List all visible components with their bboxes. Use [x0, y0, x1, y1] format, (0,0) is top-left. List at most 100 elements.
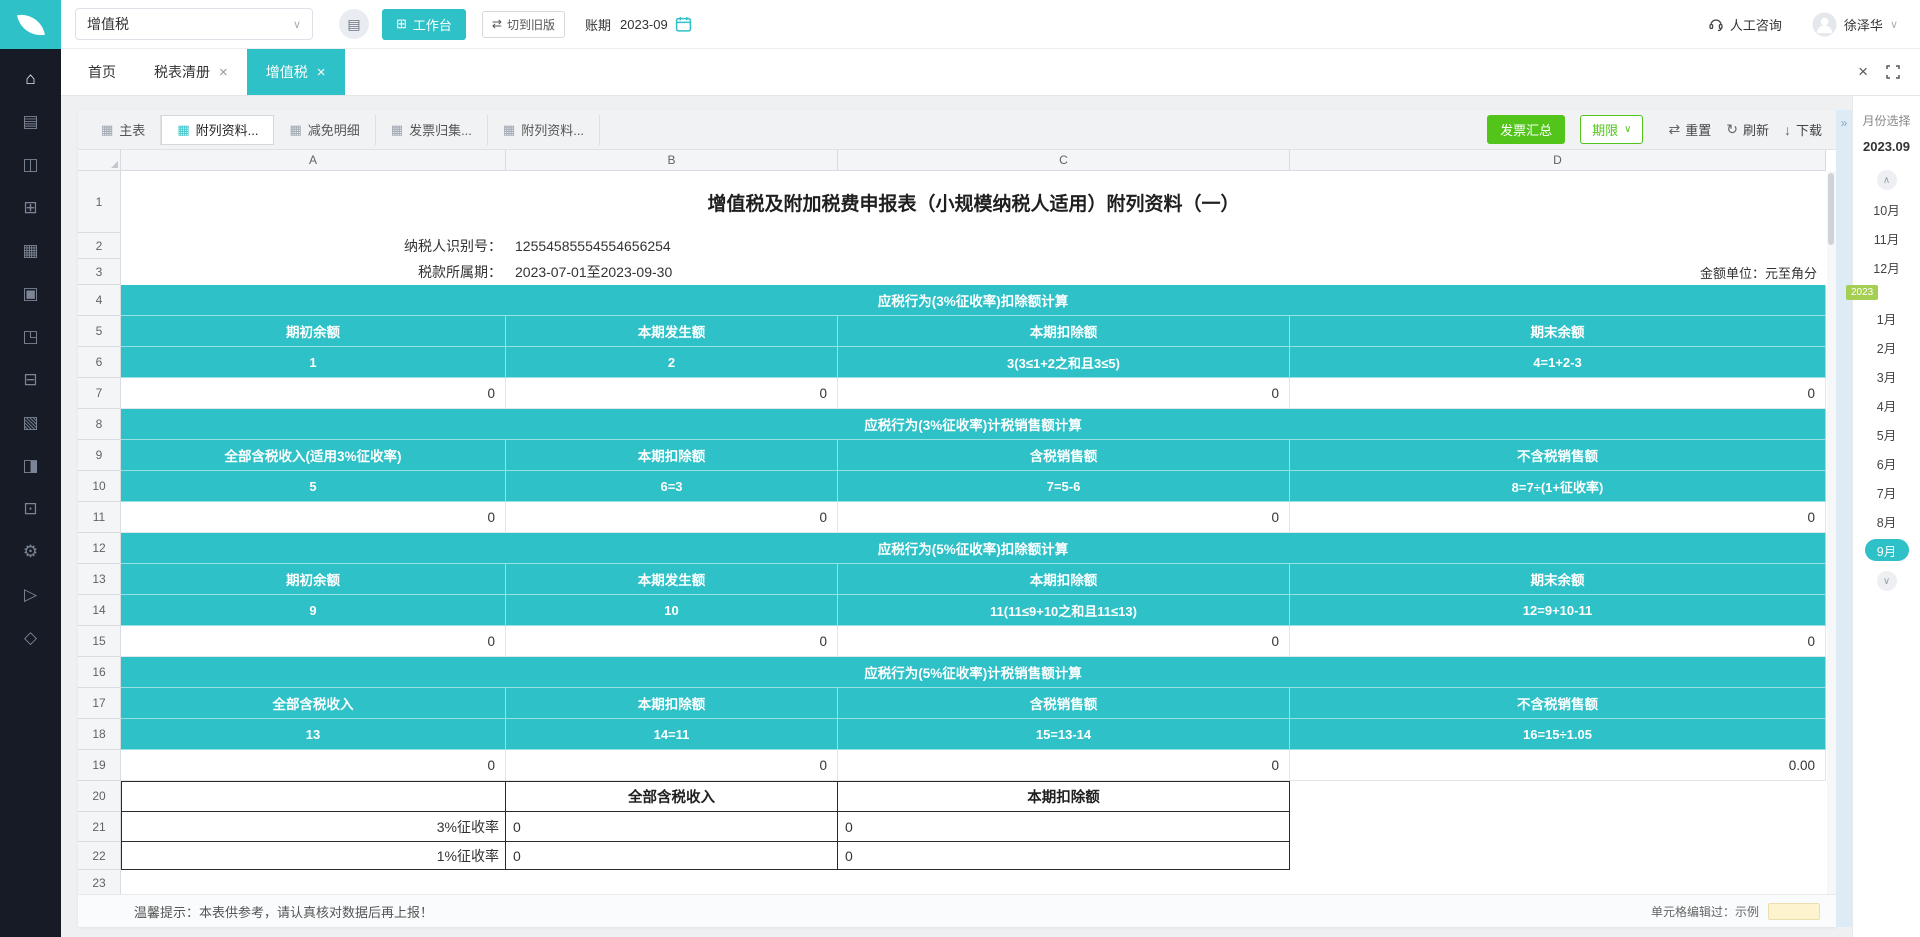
column-header-C[interactable]: C: [838, 150, 1290, 171]
settings-icon[interactable]: ⚙: [14, 538, 48, 566]
column-header-A[interactable]: A: [121, 150, 506, 171]
cell[interactable]: 应税行为(3%征收率)计税销售额计算: [121, 409, 1826, 440]
cell[interactable]: 0: [838, 378, 1290, 409]
cell[interactable]: 0: [838, 502, 1290, 533]
row-number[interactable]: 11: [78, 502, 121, 533]
cell[interactable]: [838, 259, 1290, 285]
invoice-icon[interactable]: ▤: [14, 108, 48, 136]
cell[interactable]: 税款所属期：: [121, 259, 506, 285]
cell[interactable]: [1290, 812, 1826, 842]
month-item[interactable]: 4月: [1865, 394, 1909, 416]
workbench-button[interactable]: ⊞ 工作台: [382, 8, 466, 40]
cell[interactable]: 增值税及附加税费申报表（小规模纳税人适用）附列资料（一）: [121, 171, 1826, 233]
cell[interactable]: [1290, 870, 1826, 894]
cell[interactable]: 0: [838, 842, 1290, 870]
column-header-B[interactable]: B: [506, 150, 838, 171]
row-number[interactable]: 18: [78, 719, 121, 750]
row-number[interactable]: 5: [78, 316, 121, 347]
scroll-up-icon[interactable]: ∧: [1876, 170, 1897, 190]
cell[interactable]: 全部含税收入(适用3%征收率): [121, 440, 506, 471]
cell[interactable]: 本期扣除额: [506, 440, 838, 471]
month-item[interactable]: 8月: [1865, 510, 1909, 532]
cell[interactable]: 8=7÷(1+征收率): [1290, 471, 1826, 502]
sheet-tab[interactable]: ▦ 发票归集...: [376, 114, 488, 145]
funds-icon[interactable]: ⊞: [14, 194, 48, 222]
cell[interactable]: 不含税销售额: [1290, 440, 1826, 471]
user-menu[interactable]: 徐泽华 ∨: [1812, 11, 1898, 37]
consult-button[interactable]: 人工咨询: [1708, 15, 1782, 34]
month-item[interactable]: 11月: [1865, 227, 1909, 249]
cell[interactable]: [838, 870, 1290, 894]
cell[interactable]: 16=15÷1.05: [1290, 719, 1826, 750]
month-item[interactable]: 1月: [1865, 307, 1909, 329]
cell[interactable]: 应税行为(5%征收率)计税销售额计算: [121, 657, 1826, 688]
cell[interactable]: 0: [838, 812, 1290, 842]
cell[interactable]: 本期扣除额: [838, 781, 1290, 812]
scrollbar-thumb[interactable]: [1828, 173, 1834, 245]
cell[interactable]: 含税销售额: [838, 688, 1290, 719]
page-tab[interactable]: 首页: [69, 49, 135, 95]
row-number[interactable]: 16: [78, 657, 121, 688]
month-item[interactable]: 9月: [1864, 539, 1909, 561]
cell[interactable]: 10: [506, 595, 838, 626]
tax-icon[interactable]: ▧: [14, 409, 48, 437]
page-tab[interactable]: 增值税 ×: [246, 49, 345, 95]
cell[interactable]: 本期发生额: [506, 316, 838, 347]
cell[interactable]: 5: [121, 471, 506, 502]
cell[interactable]: 0: [838, 750, 1290, 781]
cell[interactable]: 0: [1290, 626, 1826, 657]
cell[interactable]: 0: [121, 626, 506, 657]
cell[interactable]: 15=13-14: [838, 719, 1290, 750]
salary-icon[interactable]: ⊟: [14, 366, 48, 394]
cell[interactable]: 4=1+2-3: [1290, 347, 1826, 378]
row-number[interactable]: 8: [78, 409, 121, 440]
cell[interactable]: 本期扣除额: [838, 564, 1290, 595]
cell[interactable]: 期末余额: [1290, 564, 1826, 595]
cell[interactable]: 11(11≤9+10之和且11≤13): [838, 595, 1290, 626]
select-all-corner[interactable]: [78, 150, 121, 171]
cell[interactable]: [121, 870, 506, 894]
inventory-icon[interactable]: ⊡: [14, 495, 48, 523]
cell[interactable]: 0: [506, 626, 838, 657]
month-item[interactable]: 3月: [1865, 365, 1909, 387]
row-number[interactable]: 2: [78, 233, 121, 259]
fullscreen-icon[interactable]: [1886, 65, 1900, 79]
month-item[interactable]: 5月: [1865, 423, 1909, 445]
scroll-down-icon[interactable]: ∨: [1876, 571, 1897, 591]
month-item[interactable]: 7月: [1865, 481, 1909, 503]
cell[interactable]: 0: [1290, 502, 1826, 533]
row-number[interactable]: 13: [78, 564, 121, 595]
row-number[interactable]: 1: [78, 171, 121, 233]
row-number[interactable]: 10: [78, 471, 121, 502]
cell[interactable]: 3%征收率: [121, 812, 506, 842]
month-item[interactable]: 10月: [1865, 198, 1909, 220]
cell[interactable]: [1290, 781, 1826, 812]
sheet-tab[interactable]: ▦ 附列资料...: [161, 114, 275, 145]
cell[interactable]: 本期扣除额: [506, 688, 838, 719]
month-item[interactable]: 6月: [1865, 452, 1909, 474]
vertical-scrollbar[interactable]: [1827, 171, 1836, 894]
month-item[interactable]: 2月: [1865, 336, 1909, 358]
cell[interactable]: 14=11: [506, 719, 838, 750]
cell[interactable]: 期初余额: [121, 564, 506, 595]
cell[interactable]: 2: [506, 347, 838, 378]
cell[interactable]: 2023-07-01至2023-09-30: [506, 259, 838, 285]
row-number[interactable]: 19: [78, 750, 121, 781]
refresh-button[interactable]: ↻ 刷新: [1726, 120, 1769, 139]
report-list-button[interactable]: ▤: [339, 9, 369, 39]
row-number[interactable]: 23: [78, 870, 121, 894]
sheet-tab[interactable]: ▦ 减免明细: [274, 114, 376, 145]
deadline-button[interactable]: 期限 ∨: [1580, 115, 1644, 144]
cell[interactable]: 1: [121, 347, 506, 378]
cell[interactable]: 含税销售额: [838, 440, 1290, 471]
cell[interactable]: 0: [838, 626, 1290, 657]
cell[interactable]: 不含税销售额: [1290, 688, 1826, 719]
home-icon[interactable]: ⌂: [14, 65, 48, 93]
calendar-icon[interactable]: [675, 16, 692, 33]
reports-icon[interactable]: ◫: [14, 151, 48, 179]
column-header-D[interactable]: D: [1290, 150, 1826, 171]
row-number[interactable]: 4: [78, 285, 121, 316]
row-number[interactable]: 6: [78, 347, 121, 378]
cell[interactable]: 0: [506, 812, 838, 842]
cell[interactable]: [121, 781, 506, 812]
